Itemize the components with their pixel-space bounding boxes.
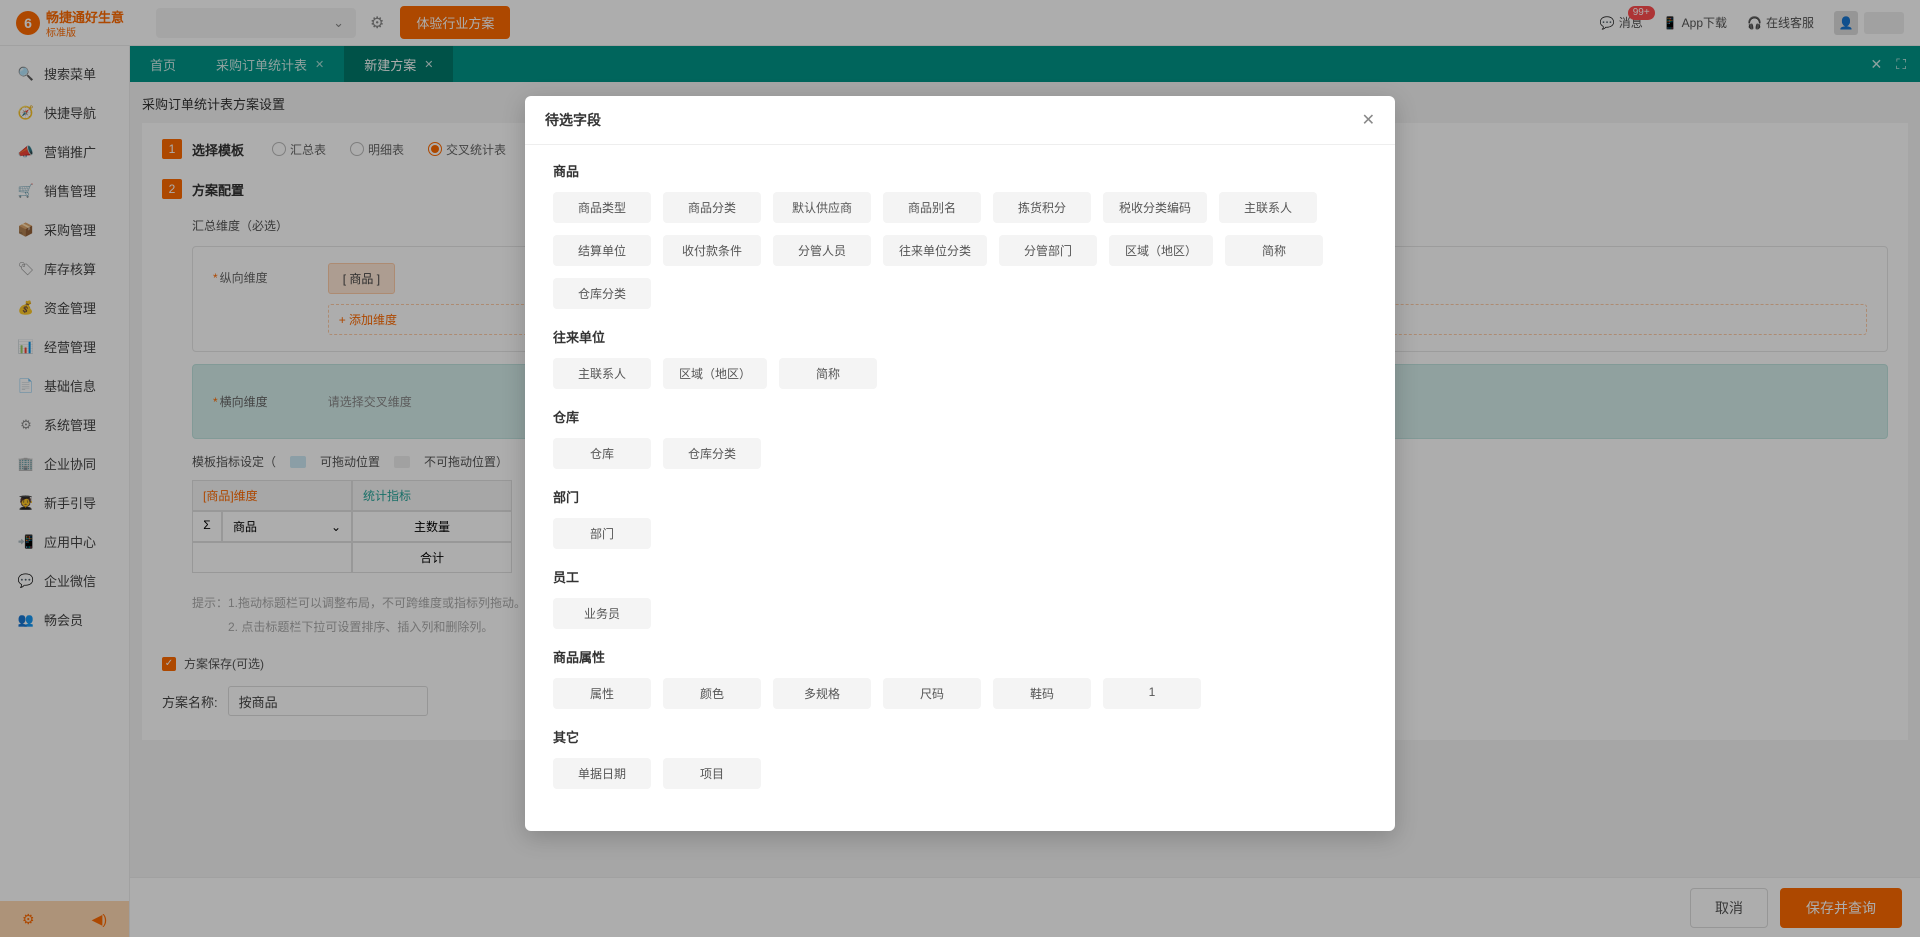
field-selector-modal: 待选字段 ✕ 商品商品类型商品分类默认供应商商品别名拣货积分税收分类编码主联系人… [525, 96, 1395, 831]
field-option[interactable]: 商品类型 [553, 192, 651, 223]
field-option[interactable]: 分管部门 [999, 235, 1097, 266]
field-option[interactable]: 往来单位分类 [883, 235, 987, 266]
field-option[interactable]: 商品别名 [883, 192, 981, 223]
field-option[interactable]: 收付款条件 [663, 235, 761, 266]
field-option[interactable]: 商品分类 [663, 192, 761, 223]
field-option[interactable]: 部门 [553, 518, 651, 549]
modal-close-button[interactable]: ✕ [1362, 110, 1375, 130]
field-option[interactable]: 项目 [663, 758, 761, 789]
field-group-title: 仓库 [553, 407, 1367, 426]
field-option[interactable]: 区域（地区） [663, 358, 767, 389]
field-group: 往来单位主联系人区域（地区） 简称 [553, 327, 1367, 389]
field-group-title: 商品 [553, 161, 1367, 180]
field-group: 员工业务员 [553, 567, 1367, 629]
field-option[interactable]: 多规格 [773, 678, 871, 709]
field-option[interactable]: 简称 [1225, 235, 1323, 266]
field-group-title: 部门 [553, 487, 1367, 506]
field-option[interactable]: 鞋码 [993, 678, 1091, 709]
field-option[interactable]: 单据日期 [553, 758, 651, 789]
field-option[interactable]: 拣货积分 [993, 192, 1091, 223]
field-option[interactable]: 颜色 [663, 678, 761, 709]
field-group-title: 商品属性 [553, 647, 1367, 666]
field-option[interactable]: 区域（地区） [1109, 235, 1213, 266]
field-group: 仓库仓库仓库分类 [553, 407, 1367, 469]
field-group-title: 员工 [553, 567, 1367, 586]
field-option[interactable]: 主联系人 [553, 358, 651, 389]
field-option[interactable]: 属性 [553, 678, 651, 709]
field-option[interactable]: 税收分类编码 [1103, 192, 1207, 223]
field-option[interactable]: 仓库分类 [553, 278, 651, 309]
field-option[interactable]: 仓库分类 [663, 438, 761, 469]
field-option[interactable]: 业务员 [553, 598, 651, 629]
field-option[interactable]: 默认供应商 [773, 192, 871, 223]
modal-title: 待选字段 [545, 110, 601, 130]
field-option[interactable]: 主联系人 [1219, 192, 1317, 223]
field-option[interactable]: 尺码 [883, 678, 981, 709]
modal-overlay[interactable]: 待选字段 ✕ 商品商品类型商品分类默认供应商商品别名拣货积分税收分类编码主联系人… [0, 0, 1920, 937]
field-option[interactable]: 分管人员 [773, 235, 871, 266]
field-group: 部门部门 [553, 487, 1367, 549]
field-option[interactable]: 仓库 [553, 438, 651, 469]
field-group-title: 往来单位 [553, 327, 1367, 346]
field-group: 商品属性属性颜色多规格尺码鞋码 1 [553, 647, 1367, 709]
field-option[interactable]: 结算单位 [553, 235, 651, 266]
field-group: 商品商品类型商品分类默认供应商商品别名拣货积分税收分类编码主联系人结算单位收付款… [553, 161, 1367, 309]
field-group: 其它单据日期项目 [553, 727, 1367, 789]
field-option[interactable]: 简称 [779, 358, 877, 389]
field-option[interactable]: 1 [1103, 678, 1201, 709]
field-group-title: 其它 [553, 727, 1367, 746]
